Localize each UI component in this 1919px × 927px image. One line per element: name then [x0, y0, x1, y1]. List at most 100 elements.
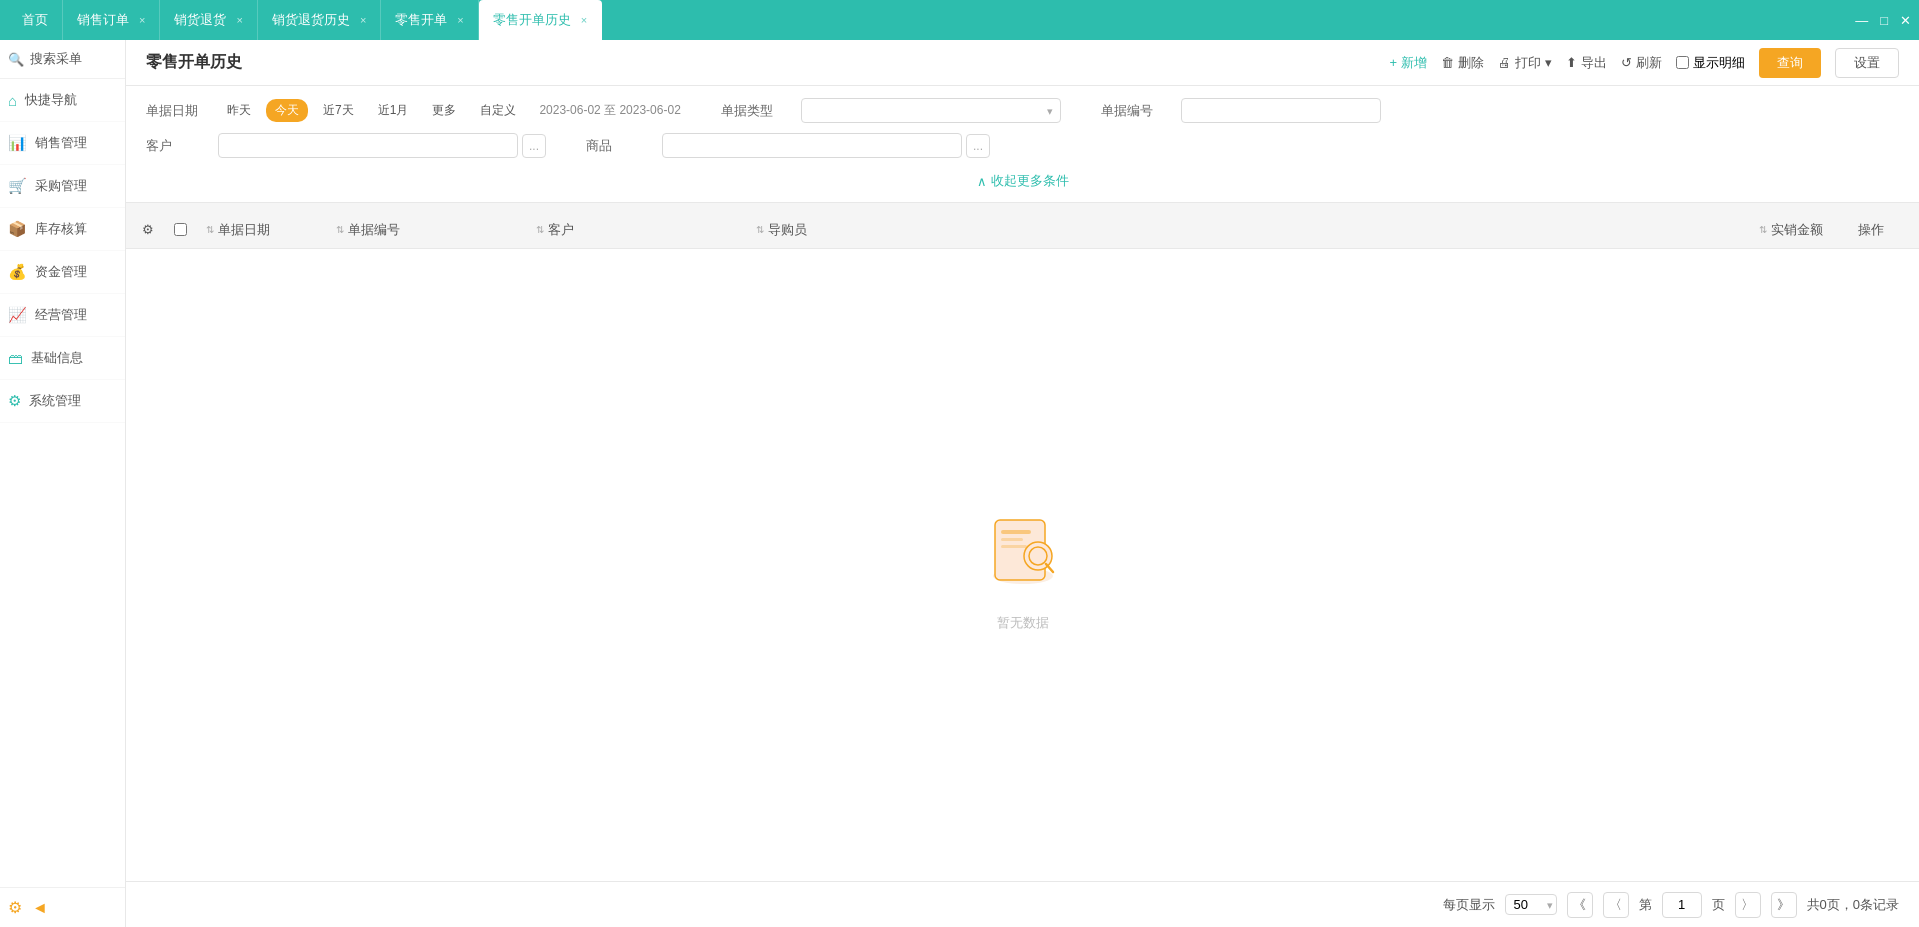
tab-sales-order-close[interactable]: ×	[139, 14, 145, 26]
print-button[interactable]: 🖨 打印 ▾	[1498, 54, 1552, 72]
next-page-button[interactable]: 〉	[1735, 892, 1761, 918]
page-suffix: 页	[1712, 896, 1725, 914]
tab-sales-return-history-close[interactable]: ×	[360, 14, 366, 26]
operation-icon: 📈	[8, 306, 27, 324]
date-btn-1month[interactable]: 近1月	[369, 99, 418, 122]
current-page-input[interactable]: 1	[1662, 892, 1702, 918]
tab-sales-return-history[interactable]: 销货退货历史 ×	[258, 0, 381, 40]
last-page-button[interactable]: 》	[1771, 892, 1797, 918]
svg-rect-4	[1001, 545, 1027, 548]
quick-nav-icon: ⌂	[8, 92, 17, 109]
refresh-button[interactable]: ↺ 刷新	[1621, 54, 1662, 72]
table-header: ⚙ ⇅ 单据日期 ⇅ 单据编号 ⇅ 客户 ⇅	[126, 211, 1919, 249]
th-date-sort-icon: ⇅	[206, 224, 214, 235]
delete-button[interactable]: 🗑 删除	[1441, 54, 1484, 72]
date-btn-yesterday[interactable]: 昨天	[218, 99, 260, 122]
th-billno[interactable]: ⇅ 单据编号	[328, 221, 528, 239]
add-icon: +	[1389, 55, 1397, 70]
sidebar-item-system[interactable]: ⚙ 系统管理	[0, 380, 125, 423]
collapse-sidebar-icon[interactable]: ◄	[32, 899, 48, 917]
export-label: 导出	[1581, 54, 1607, 72]
date-btn-custom[interactable]: 自定义	[471, 99, 525, 122]
sidebar-item-operation[interactable]: 📈 经营管理	[0, 294, 125, 337]
tab-sales-order[interactable]: 销售订单 ×	[63, 0, 160, 40]
customer-input-group: ...	[218, 133, 546, 158]
per-page-select[interactable]: 10 20 50 100	[1505, 894, 1557, 915]
export-button[interactable]: ⬆ 导出	[1566, 54, 1607, 72]
th-amount-label: 实销金额	[1771, 221, 1823, 239]
th-customer-label: 客户	[548, 221, 574, 239]
th-customer-sort-icon: ⇅	[536, 224, 544, 235]
window-minimize[interactable]: —	[1855, 13, 1868, 28]
th-salesperson-label: 导购员	[768, 221, 807, 239]
collapse-icon: ∧	[977, 174, 987, 189]
bill-no-input[interactable]	[1181, 98, 1381, 123]
th-date[interactable]: ⇅ 单据日期	[198, 221, 328, 239]
main-layout: 🔍 搜索采单 ⌂ 快捷导航 📊 销售管理 🛒 采购管理 📦 库存核算 💰 资金管…	[0, 40, 1919, 927]
sidebar-item-inventory[interactable]: 📦 库存核算	[0, 208, 125, 251]
sidebar-item-basic-info[interactable]: 🗃 基础信息	[0, 337, 125, 380]
goods-ellipsis[interactable]: ...	[966, 134, 990, 158]
sidebar-item-sales-mgmt[interactable]: 📊 销售管理	[0, 122, 125, 165]
display-detail-label: 显示明细	[1693, 54, 1745, 72]
settings-bottom-icon[interactable]: ⚙	[8, 898, 22, 917]
sidebar-item-inventory-label: 库存核算	[35, 220, 87, 238]
th-amount[interactable]: ⇅ 实销金额	[908, 221, 1831, 239]
top-tab-bar: 首页 销售订单 × 销货退货 × 销货退货历史 × 零售开单 × 零售开单历史 …	[0, 0, 1919, 40]
purchase-mgmt-icon: 🛒	[8, 177, 27, 195]
tab-sales-return-history-label: 销货退货历史	[272, 11, 350, 29]
per-page-label: 每页显示	[1443, 896, 1495, 914]
page-header: 零售开单历史 + 新增 🗑 删除 🖨 打印 ▾ ⬆ 导出	[126, 40, 1919, 86]
system-icon: ⚙	[8, 392, 21, 410]
tab-retail-history-label: 零售开单历史	[493, 11, 571, 29]
search-icon: 🔍	[8, 52, 24, 67]
display-detail-checkbox[interactable]	[1676, 56, 1689, 69]
sidebar-item-operation-label: 经营管理	[35, 306, 87, 324]
svg-rect-2	[1001, 530, 1031, 534]
tab-home[interactable]: 首页	[8, 0, 63, 40]
setting-button[interactable]: 设置	[1835, 48, 1899, 78]
query-button[interactable]: 查询	[1759, 48, 1821, 78]
customer-input[interactable]	[218, 133, 518, 158]
date-btn-more[interactable]: 更多	[423, 99, 465, 122]
select-all-checkbox[interactable]	[174, 223, 187, 236]
tab-retail-history-close[interactable]: ×	[581, 14, 587, 26]
date-btn-7days[interactable]: 近7天	[314, 99, 363, 122]
add-button[interactable]: + 新增	[1389, 54, 1427, 72]
bill-type-select-wrapper	[801, 98, 1061, 123]
top-bar-right: — □ ✕	[1855, 13, 1911, 28]
bill-type-select[interactable]	[801, 98, 1061, 123]
th-settings[interactable]: ⚙	[134, 222, 166, 237]
tab-sales-return[interactable]: 销货退货 ×	[160, 0, 257, 40]
tab-retail-open[interactable]: 零售开单 ×	[381, 0, 478, 40]
tab-retail-history[interactable]: 零售开单历史 ×	[479, 0, 602, 40]
window-maximize[interactable]: □	[1880, 13, 1888, 28]
tab-retail-open-close[interactable]: ×	[457, 14, 463, 26]
sidebar-item-finance[interactable]: 💰 资金管理	[0, 251, 125, 294]
basic-info-icon: 🗃	[8, 350, 23, 367]
svg-rect-3	[1001, 538, 1023, 541]
sidebar-item-purchase-mgmt[interactable]: 🛒 采购管理	[0, 165, 125, 208]
th-checkbox[interactable]	[166, 223, 198, 236]
date-btn-today[interactable]: 今天	[266, 99, 308, 122]
last-page-icon: 》	[1777, 896, 1790, 914]
display-detail-toggle[interactable]: 显示明细	[1676, 54, 1745, 72]
th-salesperson[interactable]: ⇅ 导购员	[748, 221, 908, 239]
print-dropdown-icon: ▾	[1545, 55, 1552, 70]
th-customer[interactable]: ⇅ 客户	[528, 221, 748, 239]
export-icon: ⬆	[1566, 55, 1577, 70]
refresh-icon: ↺	[1621, 55, 1632, 70]
first-page-button[interactable]: 《	[1567, 892, 1593, 918]
goods-input[interactable]	[662, 133, 962, 158]
sidebar-search[interactable]: 🔍 搜索采单	[0, 40, 125, 79]
customer-ellipsis[interactable]: ...	[522, 134, 546, 158]
collapse-label: 收起更多条件	[991, 172, 1069, 190]
refresh-label: 刷新	[1636, 54, 1662, 72]
prev-page-icon: 〈	[1609, 896, 1622, 914]
sidebar-item-quick-nav[interactable]: ⌂ 快捷导航	[0, 79, 125, 122]
prev-page-button[interactable]: 〈	[1603, 892, 1629, 918]
window-close[interactable]: ✕	[1900, 13, 1911, 28]
toolbar: + 新增 🗑 删除 🖨 打印 ▾ ⬆ 导出 ↺ 刷新	[1389, 48, 1899, 78]
tab-sales-return-close[interactable]: ×	[236, 14, 242, 26]
collapse-button[interactable]: ∧ 收起更多条件	[146, 168, 1899, 194]
